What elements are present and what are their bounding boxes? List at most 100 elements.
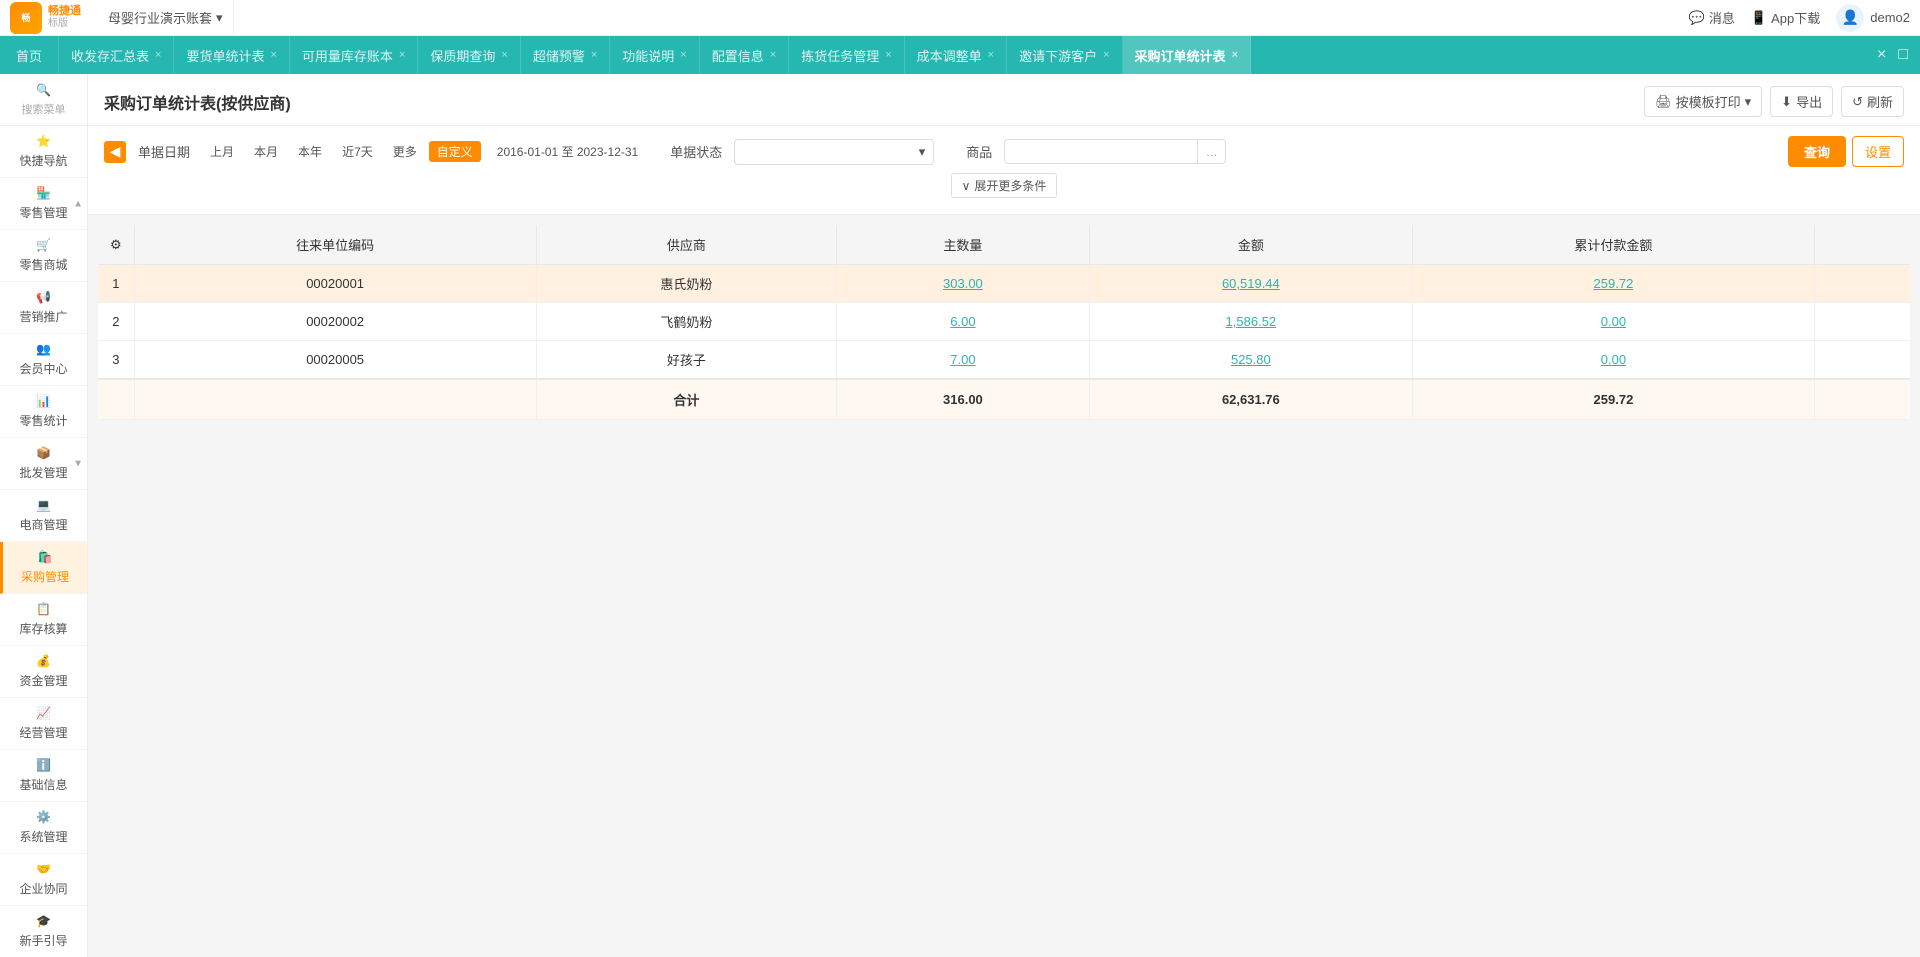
tab-拣货任务管理[interactable]: 拣货任务管理 × [789, 36, 904, 74]
tab-保质期查询[interactable]: 保质期查询 × [418, 36, 520, 74]
sidebar-item-finance[interactable]: 💰 资金管理 [0, 646, 87, 698]
tab-配置信息[interactable]: 配置信息 × [700, 36, 789, 74]
sidebar-item-retail-stats[interactable]: 📊 零售统计 [0, 386, 87, 438]
footer-paid: 259.72 [1412, 379, 1814, 420]
operations-icon: 📈 [36, 706, 51, 720]
sidebar-item-newbie[interactable]: 🎓 新手引导 [0, 906, 87, 957]
sidebar-item-label: 电商管理 [19, 516, 67, 533]
shortcut-last-month[interactable]: 上月 [202, 141, 242, 162]
footer-amount: 62,631.76 [1089, 379, 1412, 420]
date-range-display: 2016-01-01 至 2023-12-31 [497, 143, 638, 160]
system-icon: ⚙️ [36, 810, 51, 824]
shortcut-7days[interactable]: 近7天 [334, 141, 381, 162]
sidebar-item-inventory[interactable]: 📋 库存核算 [0, 594, 87, 646]
row-paid[interactable]: 0.00 [1412, 341, 1814, 380]
user-profile[interactable]: 👤 demo2 [1836, 4, 1910, 32]
sidebar-item-enterprise[interactable]: 🤝 企业协同 [0, 854, 87, 906]
logo-text: 畅捷通 [48, 5, 81, 18]
tab-close-icon[interactable]: × [885, 49, 891, 61]
filter-toggle-button[interactable]: ◀ [104, 141, 126, 163]
row-qty[interactable]: 6.00 [837, 303, 1090, 341]
tab-close-icon[interactable]: × [399, 49, 405, 61]
sidebar-item-retail[interactable]: 🏪 零售管理 ▲ [0, 178, 87, 230]
row-code: 00020001 [134, 265, 536, 303]
quick-nav-icon: ⭐ [36, 134, 51, 148]
sidebar-item-operations[interactable]: 📈 经营管理 [0, 698, 87, 750]
tab-要货单统计表[interactable]: 要货单统计表 × [174, 36, 289, 74]
tab-close-icon[interactable]: × [1103, 49, 1109, 61]
export-button[interactable]: ⬇ 导出 [1770, 86, 1833, 117]
tab-home[interactable]: 首页 [0, 36, 59, 74]
date-shortcuts: 上月 本月 本年 近7天 更多 自定义 [202, 141, 481, 162]
sidebar-item-label: 快捷导航 [19, 152, 67, 169]
window-close-icon[interactable]: × [1873, 42, 1890, 68]
shortcut-this-year[interactable]: 本年 [290, 141, 330, 162]
table-row[interactable]: 3 00020005 好孩子 7.00 525.80 0.00 [98, 341, 1910, 380]
tab-close-icon[interactable]: × [270, 49, 276, 61]
sidebar-item-purchase[interactable]: 🛍️ 采购管理 [0, 542, 87, 594]
tab-邀请下游客户[interactable]: 邀请下游客户 × [1007, 36, 1122, 74]
tab-close-icon[interactable]: × [591, 49, 597, 61]
row-qty[interactable]: 303.00 [837, 265, 1090, 303]
gear-col-header[interactable]: ⚙ [98, 225, 134, 265]
row-paid[interactable]: 259.72 [1412, 265, 1814, 303]
filter-row-1: ◀ 单据日期 上月 本月 本年 近7天 更多 自定义 2016-01-01 至 … [104, 136, 1904, 167]
row-amount[interactable]: 525.80 [1089, 341, 1412, 380]
sidebar-item-label: 零售统计 [19, 412, 67, 429]
tab-close-icon[interactable]: × [155, 49, 161, 61]
message-button[interactable]: 💬 消息 [1689, 8, 1735, 27]
sidebar-item-label: 新手引导 [19, 932, 67, 949]
table-row[interactable]: 1 00020001 惠氏奶粉 303.00 60,519.44 259.72 [98, 265, 1910, 303]
goods-input[interactable] [1005, 140, 1197, 163]
sidebar-item-quick-nav[interactable]: ⭐ 快捷导航 [0, 126, 87, 178]
tab-close-icon[interactable]: × [988, 49, 994, 61]
expand-more-button[interactable]: ∨ 展开更多条件 [951, 173, 1058, 198]
row-qty[interactable]: 7.00 [837, 341, 1090, 380]
sidebar-item-search[interactable]: 🔍 搜索菜单 [0, 74, 87, 126]
export-icon: ⬇ [1781, 94, 1792, 110]
table-footer-row: 合计 316.00 62,631.76 259.72 [98, 379, 1910, 420]
sidebar-item-ecommerce[interactable]: 💻 电商管理 [0, 490, 87, 542]
query-button[interactable]: 查询 [1788, 136, 1846, 167]
tab-成本调整单[interactable]: 成本调整单 × [905, 36, 1007, 74]
tab-close-icon[interactable]: × [680, 49, 686, 61]
tab-close-icon[interactable]: × [501, 49, 507, 61]
avatar: 👤 [1836, 4, 1864, 32]
tab-close-icon[interactable]: × [1232, 49, 1238, 61]
settings-button[interactable]: 设置 [1852, 136, 1904, 167]
sidebar-item-system[interactable]: ⚙️ 系统管理 [0, 802, 87, 854]
sidebar-item-label: 企业协同 [19, 880, 67, 897]
row-amount[interactable]: 1,586.52 [1089, 303, 1412, 341]
app-download-button[interactable]: 📱 App下载 [1751, 8, 1820, 27]
shortcut-more[interactable]: 更多 [385, 141, 425, 162]
row-extra [1814, 341, 1910, 380]
tab-close-icon[interactable]: × [770, 49, 776, 61]
tab-功能说明[interactable]: 功能说明 × [610, 36, 699, 74]
refresh-button[interactable]: ↺ 刷新 [1841, 86, 1904, 117]
goods-more-button[interactable]: ... [1197, 140, 1225, 163]
sidebar-item-retail-mall[interactable]: 🛒 零售商城 [0, 230, 87, 282]
tab-可用量库存账本[interactable]: 可用量库存账本 × [290, 36, 418, 74]
print-icon: 🖨 [1655, 94, 1672, 110]
tab-采购订单统计表[interactable]: 采购订单统计表 × [1123, 36, 1251, 74]
window-max-icon[interactable]: □ [1894, 42, 1912, 68]
sidebar-item-member[interactable]: 👥 会员中心 [0, 334, 87, 386]
row-code: 00020002 [134, 303, 536, 341]
tab-超储预警[interactable]: 超储预警 × [521, 36, 610, 74]
sidebar-item-wholesale[interactable]: 📦 批发管理 ▼ [0, 438, 87, 490]
row-paid[interactable]: 0.00 [1412, 303, 1814, 341]
tab-收发存汇总表[interactable]: 收发存汇总表 × [59, 36, 174, 74]
sidebar-item-basic-info[interactable]: ℹ️ 基础信息 [0, 750, 87, 802]
print-button[interactable]: 🖨 按模板打印 ▾ [1644, 86, 1762, 117]
footer-qty: 316.00 [837, 379, 1090, 420]
workspace-selector[interactable]: 母婴行业演示账套 ▾ [98, 0, 234, 35]
tab-label: 成本调整单 [917, 46, 982, 65]
inventory-icon: 📋 [36, 602, 51, 616]
custom-tag[interactable]: 自定义 [429, 141, 481, 162]
status-select[interactable]: ▾ [734, 139, 934, 165]
shortcut-this-month[interactable]: 本月 [246, 141, 286, 162]
table-row[interactable]: 2 00020002 飞鹤奶粉 6.00 1,586.52 0.00 [98, 303, 1910, 341]
row-amount[interactable]: 60,519.44 [1089, 265, 1412, 303]
sidebar-item-marketing[interactable]: 📢 营销推广 [0, 282, 87, 334]
wholesale-icon: 📦 [36, 446, 51, 460]
